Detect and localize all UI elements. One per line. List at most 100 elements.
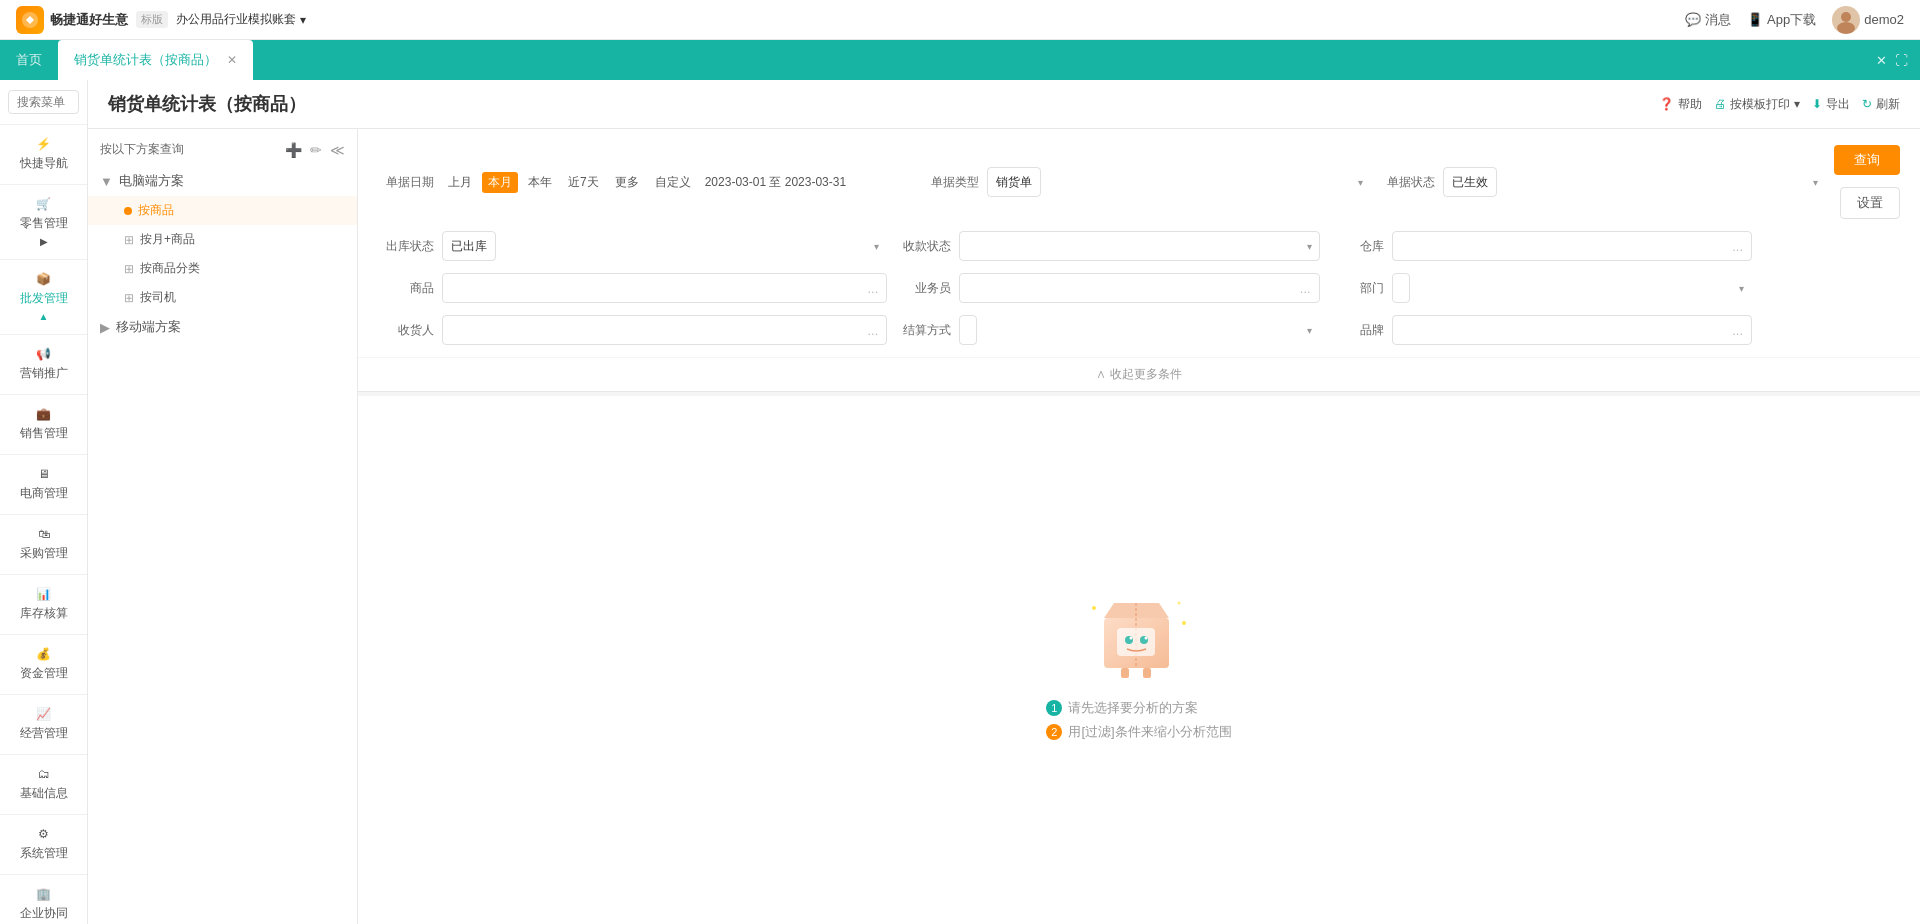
tip-text-2: 用[过滤]条件来缩小分析范围 [1068,723,1231,741]
tree-grid-icon-1: ⊞ [124,233,134,247]
help-button[interactable]: ❓ 帮助 [1659,96,1702,113]
message-button[interactable]: 💬 消息 [1685,11,1731,29]
tree-item-driver[interactable]: ⊞ 按司机 [88,283,357,312]
window-maximize-icon[interactable]: ⛶ [1895,53,1908,68]
staff-label: 业务员 [895,280,951,297]
action-buttons: 查询 设置 [1834,145,1900,219]
empty-tips: 1 请先选择要分析的方案 2 用[过滤]条件来缩小分析范围 [1046,699,1231,747]
brand-dots[interactable]: ... [1732,323,1743,338]
filter-payment-status: 收款状态 ▾ [895,231,1319,261]
tree-folder-mobile[interactable]: ▶ 移动端方案 [88,312,357,342]
user-menu[interactable]: demo2 [1832,6,1904,34]
sidebar-item-marketing[interactable]: 📢 营销推广 [0,335,87,395]
topbar: 畅捷通好生意 标版 办公用品行业模拟账套 ▾ 💬 消息 📱 App下载 demo… [0,0,1920,40]
sidebar-item-ecommerce[interactable]: 🖥 电商管理 [0,455,87,515]
sidebar-item-inventory[interactable]: 📊 库存核算 [0,575,87,635]
message-icon: 💬 [1685,12,1701,27]
help-icon: ❓ [1659,97,1674,111]
goods-dots[interactable]: ... [867,281,878,296]
sidebar-item-purchase[interactable]: 🛍 采购管理 [0,515,87,575]
dept-select[interactable] [1392,273,1410,303]
date-tab-this-year[interactable]: 本年 [522,172,558,193]
marketing-icon: 📢 [36,347,51,361]
basics-icon: 🗂 [38,767,50,781]
doc-type-arrow-icon: ▾ [1358,177,1363,188]
staff-dots[interactable]: ... [1300,281,1311,296]
tree-item-product-cat[interactable]: ⊞ 按商品分类 [88,254,357,283]
tree-active-dot-icon [124,207,132,215]
settings-button[interactable]: 设置 [1840,187,1900,219]
date-label: 单据日期 [378,174,434,191]
sidebar-item-system[interactable]: ⚙ 系统管理 [0,815,87,875]
tab-sales-stat[interactable]: 销货单统计表（按商品） ✕ [58,40,253,80]
tip-text-1: 请先选择要分析的方案 [1068,699,1198,717]
sidebar-item-operations[interactable]: 📈 经营管理 [0,695,87,755]
collapse-panel-button[interactable]: ≪ [330,142,345,158]
filter-doc-type: 单据类型 销货单 ▾ [923,167,1371,197]
date-tab-custom[interactable]: 自定义 [649,172,697,193]
tab-close-icon[interactable]: ✕ [227,53,237,67]
doc-type-select[interactable]: 销货单 [987,167,1041,197]
date-tab-this-month[interactable]: 本月 [482,172,518,193]
window-close-icon[interactable]: ✕ [1876,53,1887,68]
retail-arrow-icon: ▶ [40,236,48,247]
add-scheme-button[interactable]: ➕ [285,142,302,158]
svg-point-13 [1092,606,1096,610]
enterprise-icon: 🏢 [36,887,51,901]
tab-home[interactable]: 首页 [0,40,58,80]
sidebar-item-finance[interactable]: 💰 资金管理 [0,635,87,695]
refresh-icon: ↻ [1862,97,1872,111]
app-download-button[interactable]: 📱 App下载 [1747,11,1816,29]
doc-status-select[interactable]: 已生效 [1443,167,1497,197]
filter-row-4: 收货人 ... 结算方式 [378,315,1900,345]
print-button[interactable]: 🖨 按模板打印 ▾ [1714,96,1800,113]
collapse-bar[interactable]: ∧ 收起更多条件 [358,357,1920,391]
main-layout: ⚡ 快捷导航 🛒 零售管理 ▶ 📦 批发管理 ▲ 📢 营销推广 💼 销售管理 🖥… [0,80,1920,924]
sales-icon: 💼 [36,407,51,421]
workspace-selector[interactable]: 办公用品行业模拟账套 ▾ [176,11,306,28]
page-header: 销货单统计表（按商品） ❓ 帮助 🖨 按模板打印 ▾ ⬇ 导出 ↻ 刷新 [88,80,1920,129]
settlement-select[interactable] [959,315,977,345]
tree-item-month-product[interactable]: ⊞ 按月+商品 [88,225,357,254]
tree-grid-icon-3: ⊞ [124,291,134,305]
date-tab-7days[interactable]: 近7天 [562,172,605,193]
tip-num-2: 2 [1046,724,1062,740]
payment-status-input[interactable] [959,231,1319,261]
search-input[interactable] [8,90,79,114]
refresh-button[interactable]: ↻ 刷新 [1862,96,1900,113]
payment-arrow-icon: ▾ [1307,241,1312,252]
left-panel-actions: ➕ ✏ ≪ [285,142,345,158]
date-tab-last-month[interactable]: 上月 [442,172,478,193]
empty-illustration [1079,573,1199,683]
warehouse-dots[interactable]: ... [1732,239,1743,254]
tree-item-by-product[interactable]: 按商品 [88,196,357,225]
sidebar-item-wholesale[interactable]: 📦 批发管理 ▲ [0,260,87,335]
brand-input-wrapper: ... [1392,315,1752,345]
doc-type-select-wrapper: 销货单 ▾ [987,167,1371,197]
svg-rect-11 [1121,668,1129,678]
out-status-select[interactable]: 已出库 [442,231,496,261]
sidebar-item-basics[interactable]: 🗂 基础信息 [0,755,87,815]
svg-point-10 [1144,637,1147,640]
sidebar-item-sales[interactable]: 💼 销售管理 [0,395,87,455]
receiver-dots[interactable]: ... [867,323,878,338]
tree-month-product-label: 按月+商品 [140,231,195,248]
operations-icon: 📈 [36,707,51,721]
tree-grid-icon-2: ⊞ [124,262,134,276]
date-tab-more[interactable]: 更多 [609,172,645,193]
edit-scheme-button[interactable]: ✏ [310,142,322,158]
logo-icon [16,6,44,34]
export-button[interactable]: ⬇ 导出 [1812,96,1850,113]
filter-brand: 品牌 ... [1328,315,1752,345]
filter-warehouse: 仓库 ... [1328,231,1752,261]
warehouse-input-wrapper: ... [1392,231,1752,261]
sidebar-item-retail[interactable]: 🛒 零售管理 ▶ [0,185,87,260]
ecommerce-icon: 🖥 [38,467,50,481]
tree-folder-pc[interactable]: ▼ 电脑端方案 [88,166,357,196]
tree-product-cat-label: 按商品分类 [140,260,200,277]
sidebar-item-nav[interactable]: ⚡ 快捷导航 [0,125,87,185]
sidebar-item-enterprise[interactable]: 🏢 企业协同 [0,875,87,924]
left-panel-title: 按以下方案查询 [100,141,184,158]
filter-settlement: 结算方式 ▾ [895,315,1319,345]
query-button[interactable]: 查询 [1834,145,1900,175]
